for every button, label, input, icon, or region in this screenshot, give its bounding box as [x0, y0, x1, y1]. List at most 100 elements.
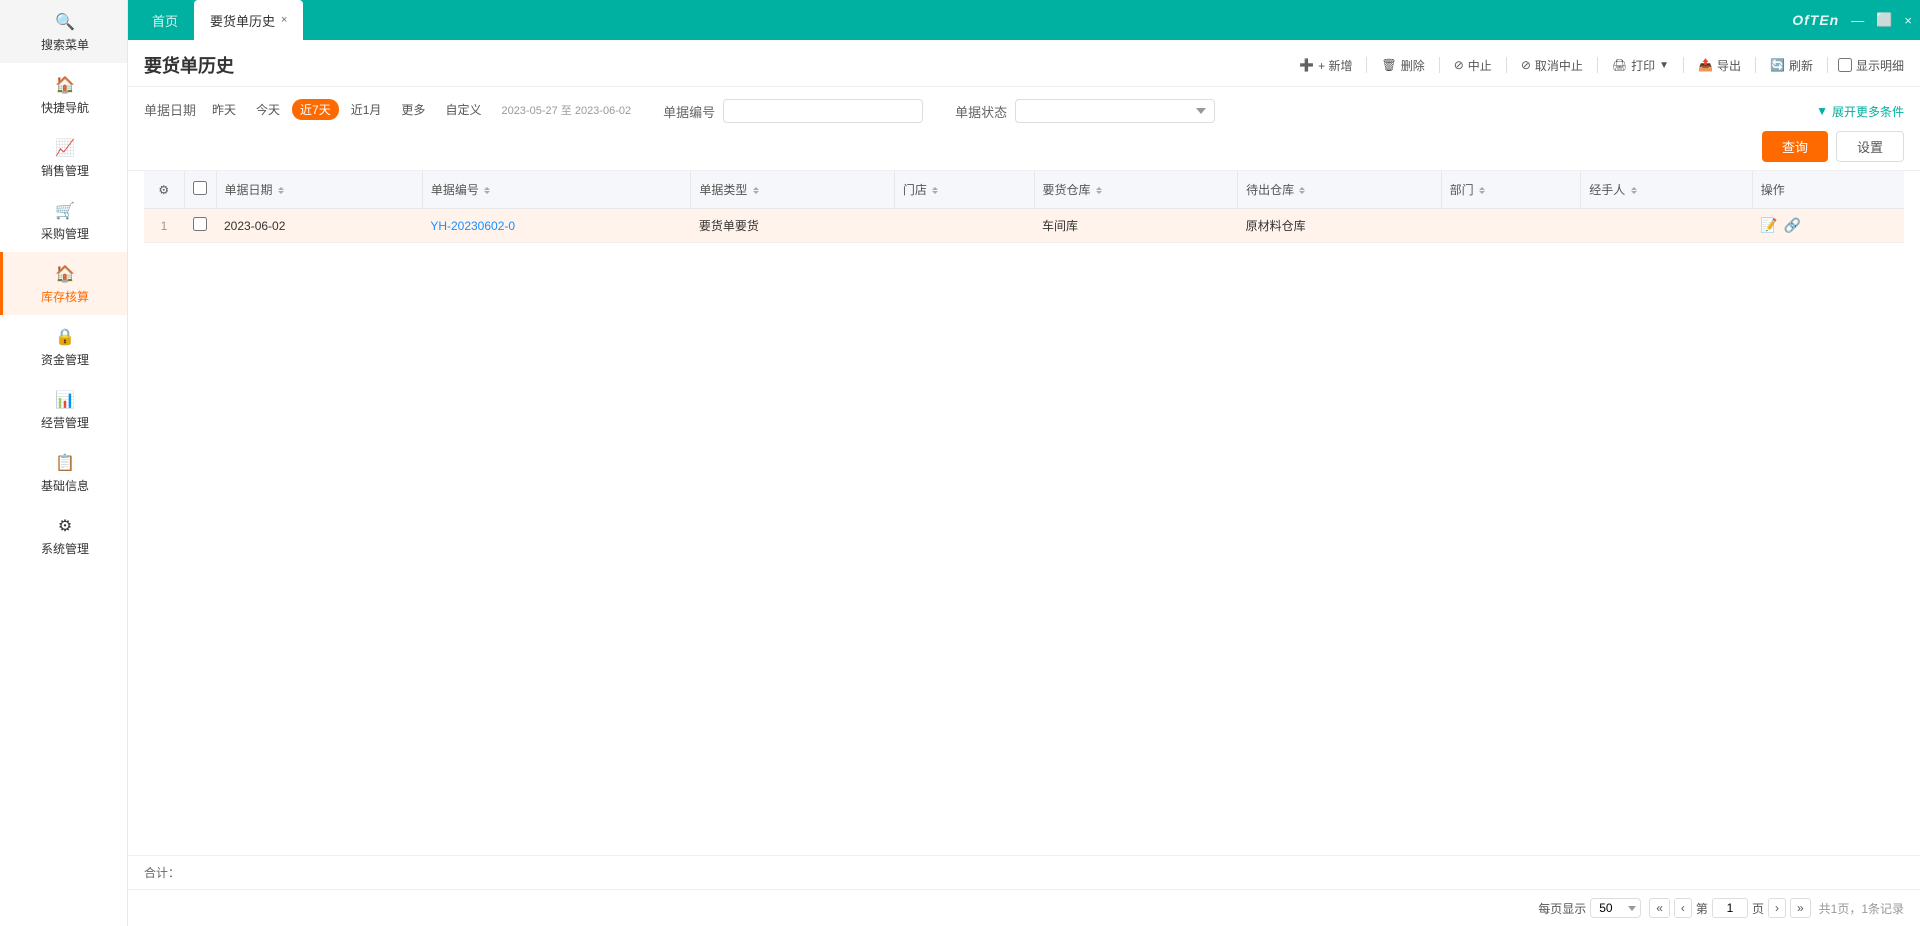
suspend-btn[interactable]: ⊘ 中止	[1450, 57, 1496, 74]
col-store[interactable]: 门店	[894, 171, 1034, 209]
quick-nav-icon: 🏠	[55, 75, 75, 95]
sidebar-item-label: 库存核算	[41, 288, 89, 305]
col-doc-no[interactable]: 单据编号	[422, 171, 691, 209]
sidebar-item-basic-info[interactable]: 📋 基础信息	[0, 441, 127, 504]
tab-home[interactable]: 首页	[136, 0, 194, 40]
sidebar-item-sales-mgmt[interactable]: 📈 销售管理	[0, 126, 127, 189]
doc-no-link[interactable]: YH-20230602-0	[430, 219, 515, 233]
page-header: 要货单历史 ➕ + 新增 🗑 删除 ⊘ 中止 ⊘	[128, 40, 1920, 87]
doc-no-filter: 单据编号	[663, 99, 923, 123]
row-pending-warehouse: 原材料仓库	[1238, 209, 1442, 243]
toolbar-divider-6	[1755, 57, 1756, 73]
toolbar-divider-5	[1683, 57, 1684, 73]
col-handler[interactable]: 经手人	[1581, 171, 1753, 209]
row-doc-date: 2023-06-02	[216, 209, 422, 243]
sidebar-item-label: 采购管理	[41, 225, 89, 242]
row-checkbox[interactable]	[193, 217, 207, 231]
col-doc-type[interactable]: 单据类型	[691, 171, 895, 209]
window-minimize-btn[interactable]: —	[1851, 13, 1864, 28]
row-num: 1	[144, 209, 184, 243]
row-handler	[1581, 209, 1753, 243]
row-delete-icon[interactable]: 🔗	[1784, 217, 1801, 234]
row-doc-no: YH-20230602-0	[422, 209, 691, 243]
first-page-btn[interactable]: «	[1649, 898, 1670, 918]
window-maximize-btn[interactable]: ⬜	[1876, 12, 1892, 28]
sidebar-item-label: 销售管理	[41, 162, 89, 179]
toolbar-divider-4	[1597, 57, 1598, 73]
col-doc-date[interactable]: 单据日期	[216, 171, 422, 209]
brand-label: OfTEn	[1792, 12, 1839, 28]
last-page-btn[interactable]: »	[1790, 898, 1811, 918]
delete-icon: 🗑	[1381, 58, 1396, 72]
sidebar-item-label: 系统管理	[41, 540, 89, 557]
cancel-suspend-icon: ⊘	[1521, 58, 1531, 72]
prev-page-btn[interactable]: ‹	[1674, 898, 1692, 918]
expand-more-btn[interactable]: ▼ 展开更多条件	[1816, 103, 1904, 120]
table-row[interactable]: 1 2023-06-02 YH-20230602-0 要货单要货 车间库 原材料…	[144, 209, 1904, 243]
table-settings-col[interactable]: ⚙	[144, 171, 184, 209]
tab-close-icon[interactable]: ×	[281, 14, 287, 26]
date-tab-custom[interactable]: 自定义	[437, 99, 489, 120]
doc-status-label: 单据状态	[955, 102, 1007, 121]
col-pending-warehouse[interactable]: 待出仓库	[1238, 171, 1442, 209]
row-edit-icon[interactable]: 📝	[1760, 217, 1777, 234]
settings-button[interactable]: 设置	[1836, 131, 1904, 162]
delete-btn[interactable]: 🗑 删除	[1377, 57, 1428, 74]
cancel-suspend-btn[interactable]: ⊘ 取消中止	[1517, 57, 1587, 74]
date-tab-yesterday[interactable]: 昨天	[204, 99, 244, 120]
sidebar-item-inventory-mgmt[interactable]: 🏠 库存核算	[0, 252, 127, 315]
refresh-btn[interactable]: 🔄 刷新	[1766, 57, 1817, 74]
finance-mgmt-icon: 🔒	[55, 327, 75, 347]
content-area: 要货单历史 ➕ + 新增 🗑 删除 ⊘ 中止 ⊘	[128, 40, 1920, 926]
new-btn[interactable]: ➕ + 新增	[1295, 57, 1356, 74]
sidebar-item-operations-mgmt[interactable]: 📊 经营管理	[0, 378, 127, 441]
op-icons: 📝 🔗	[1760, 217, 1896, 234]
row-checkbox-cell	[184, 209, 216, 243]
purchase-mgmt-icon: 🛒	[55, 201, 75, 221]
filter-actions: 查询 设置	[144, 131, 1904, 162]
col-department[interactable]: 部门	[1441, 171, 1581, 209]
doc-status-select[interactable]	[1015, 99, 1215, 123]
topbar-right: OfTEn — ⬜ ×	[1792, 12, 1912, 28]
tab-requisition-history[interactable]: 要货单历史 ×	[194, 0, 303, 40]
select-all-checkbox[interactable]	[193, 181, 207, 195]
print-dropdown-icon: ▼	[1659, 60, 1669, 71]
col-req-warehouse[interactable]: 要货仓库	[1034, 171, 1238, 209]
show-detail-checkbox[interactable]	[1838, 58, 1852, 72]
filter-area: 单据日期 昨天 今天 近7天 近1月 更多 自定义 2023-05-27 至 2…	[128, 87, 1920, 171]
window-close-btn[interactable]: ×	[1904, 13, 1912, 28]
sidebar-item-label: 基础信息	[41, 477, 89, 494]
doc-no-input[interactable]	[723, 99, 923, 123]
topbar: 首页 要货单历史 × OfTEn — ⬜ ×	[128, 0, 1920, 40]
sort-icon-doc-no	[484, 187, 490, 194]
sidebar-item-purchase-mgmt[interactable]: 🛒 采购管理	[0, 189, 127, 252]
export-btn[interactable]: 📤 导出	[1694, 57, 1745, 74]
query-button[interactable]: 查询	[1762, 131, 1828, 162]
pagination: 每页显示 20 50 100 « ‹ 第 页 › » 共1页，1条记录	[128, 889, 1920, 926]
inventory-mgmt-icon: 🏠	[55, 264, 75, 284]
sidebar-item-finance-mgmt[interactable]: 🔒 资金管理	[0, 315, 127, 378]
summary-label: 合计：	[144, 866, 180, 880]
next-page-btn[interactable]: ›	[1768, 898, 1786, 918]
date-tabs: 昨天 今天 近7天 近1月 更多 自定义	[204, 99, 489, 120]
per-page-select[interactable]: 20 50 100	[1590, 898, 1641, 918]
sidebar-item-quick-nav[interactable]: 🏠 快捷导航	[0, 63, 127, 126]
date-tab-more[interactable]: 更多	[393, 99, 433, 120]
data-table: ⚙ 单据日期 单据编号 单据类型	[144, 171, 1904, 243]
date-tab-7days[interactable]: 近7天	[292, 99, 339, 120]
doc-no-label: 单据编号	[663, 102, 715, 121]
sales-mgmt-icon: 📈	[55, 138, 75, 158]
page-label: 第	[1696, 900, 1708, 917]
sidebar-item-search-menu[interactable]: 🔍 搜索菜单	[0, 0, 127, 63]
search-menu-icon: 🔍	[55, 12, 75, 32]
sidebar-item-label: 搜索菜单	[41, 36, 89, 53]
page-navigation: « ‹ 第 页 › »	[1649, 898, 1810, 918]
doc-status-filter: 单据状态	[955, 99, 1215, 123]
print-btn[interactable]: 🖨 打印 ▼	[1608, 57, 1673, 74]
date-tab-today[interactable]: 今天	[248, 99, 288, 120]
page-input[interactable]	[1712, 898, 1748, 918]
home-tab-label: 首页	[152, 11, 178, 30]
date-tab-1month[interactable]: 近1月	[343, 99, 390, 120]
show-detail-btn[interactable]: 显示明细	[1838, 57, 1904, 74]
sidebar-item-system-mgmt[interactable]: ⚙ 系统管理	[0, 504, 127, 567]
